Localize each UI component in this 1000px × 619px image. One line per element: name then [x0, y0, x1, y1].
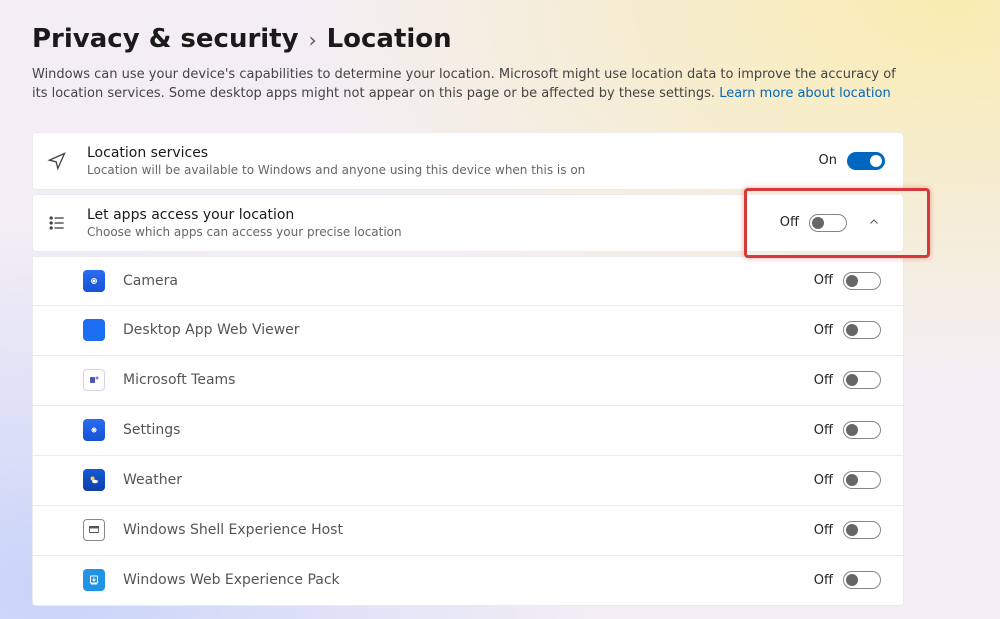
app-row-weather: Weather Off [32, 456, 904, 506]
app-toggle[interactable] [843, 371, 881, 389]
location-services-state: On [819, 153, 837, 168]
app-label: Desktop App Web Viewer [123, 322, 814, 338]
location-services-row: Location services Location will be avail… [32, 132, 904, 190]
apps-access-subtitle: Choose which apps can access your precis… [87, 225, 780, 239]
app-toggle-state: Off [814, 573, 833, 588]
breadcrumb-parent[interactable]: Privacy & security [32, 24, 299, 54]
breadcrumb-separator: › [309, 28, 317, 52]
location-services-subtitle: Location will be available to Windows an… [87, 163, 819, 177]
app-toggle[interactable] [843, 272, 881, 290]
teams-app-icon [83, 369, 105, 391]
app-row-web-experience-pack: Windows Web Experience Pack Off [32, 556, 904, 606]
apps-list: Camera Off Desktop App Web Viewer Off [32, 256, 904, 606]
apps-access-title: Let apps access your location [87, 207, 780, 223]
camera-app-icon [83, 270, 105, 292]
apps-access-toggle[interactable] [809, 214, 847, 232]
learn-more-link[interactable]: Learn more about location [719, 86, 891, 101]
location-services-title: Location services [87, 145, 819, 161]
app-label: Camera [123, 273, 814, 289]
app-row-settings: Settings Off [32, 406, 904, 456]
app-toggle[interactable] [843, 321, 881, 339]
app-label: Weather [123, 472, 814, 488]
app-toggle-state: Off [814, 523, 833, 538]
settings-app-icon [83, 419, 105, 441]
page-description: Windows can use your device's capabiliti… [32, 66, 902, 104]
breadcrumb-current: Location [327, 24, 452, 54]
app-row-microsoft-teams: Microsoft Teams Off [32, 356, 904, 406]
app-toggle-state: Off [814, 273, 833, 288]
chevron-up-icon[interactable] [863, 213, 885, 232]
weather-app-icon [83, 469, 105, 491]
app-toggle[interactable] [843, 571, 881, 589]
app-label: Settings [123, 422, 814, 438]
app-label: Windows Web Experience Pack [123, 572, 814, 588]
breadcrumb: Privacy & security › Location [32, 24, 968, 54]
app-label: Windows Shell Experience Host [123, 522, 814, 538]
web-experience-app-icon [83, 569, 105, 591]
location-services-toggle[interactable] [847, 152, 885, 170]
apps-access-state: Off [780, 215, 799, 230]
generic-app-icon [83, 319, 105, 341]
list-options-icon [47, 213, 67, 233]
app-toggle-state: Off [814, 423, 833, 438]
apps-access-row[interactable]: Let apps access your location Choose whi… [32, 194, 904, 252]
app-toggle-state: Off [814, 373, 833, 388]
app-label: Microsoft Teams [123, 372, 814, 388]
navigation-arrow-icon [47, 151, 67, 171]
shell-app-icon [83, 519, 105, 541]
app-row-shell-experience-host: Windows Shell Experience Host Off [32, 506, 904, 556]
app-row-camera: Camera Off [32, 256, 904, 306]
app-toggle[interactable] [843, 421, 881, 439]
app-toggle[interactable] [843, 521, 881, 539]
app-toggle-state: Off [814, 323, 833, 338]
app-toggle[interactable] [843, 471, 881, 489]
app-toggle-state: Off [814, 473, 833, 488]
app-row-desktop-app-web-viewer: Desktop App Web Viewer Off [32, 306, 904, 356]
